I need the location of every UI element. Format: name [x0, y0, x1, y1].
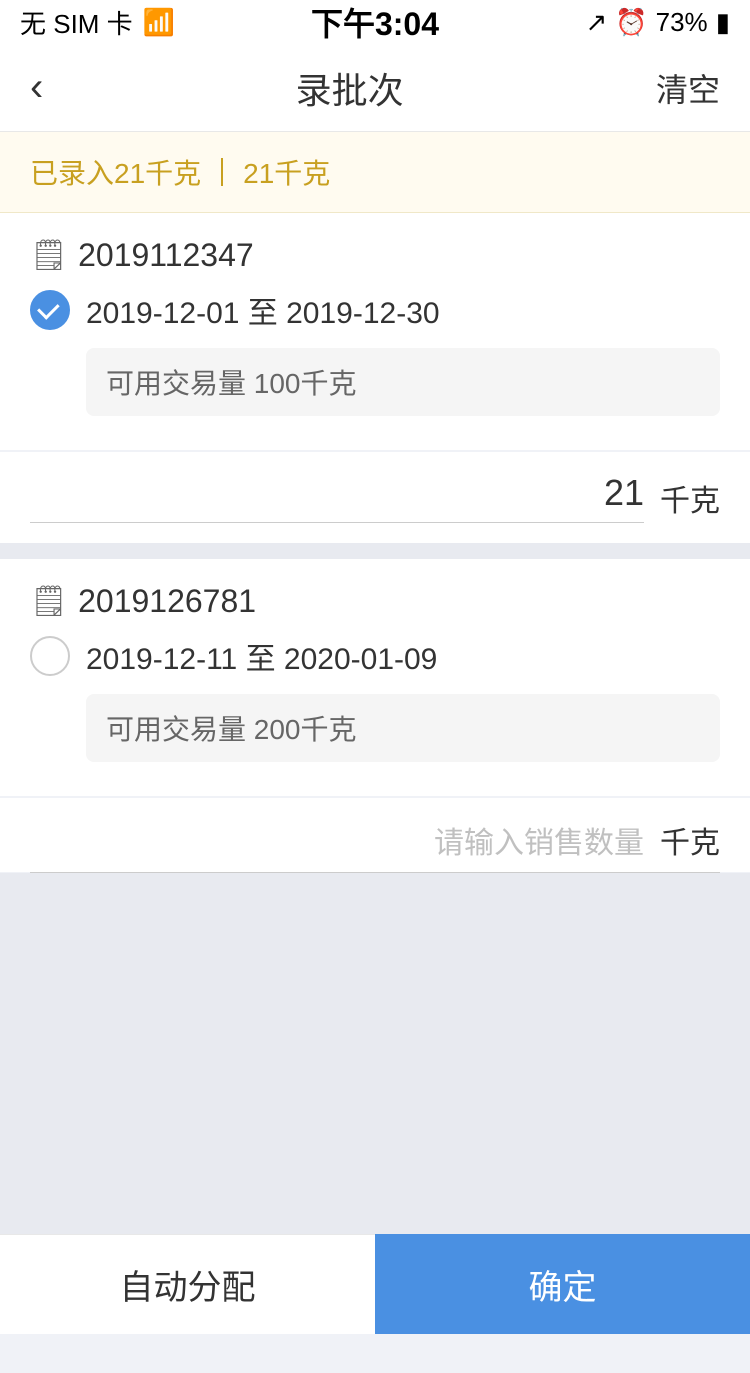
confirm-button[interactable]: 确定 — [375, 1234, 750, 1334]
batch-avail-text-2: 可用交易量 200千克 — [106, 714, 357, 745]
info-value: 21千克 — [243, 152, 330, 192]
quantity-input-area-1[interactable]: 21 — [30, 472, 644, 523]
quantity-unit-2: 千克 — [660, 818, 720, 862]
batch-avail-box-1: 可用交易量 100千克 — [86, 348, 720, 416]
battery-icon: ▮ — [716, 7, 730, 38]
empty-area — [0, 873, 750, 1273]
batch-id-row-2: 🗒 2019126781 — [30, 583, 720, 620]
status-right-icons: ↗ ⏰ 73% ▮ — [585, 7, 730, 38]
status-bar: 无 SIM 卡 📶 下午3:04 ↗ ⏰ 73% ▮ — [0, 0, 750, 44]
info-banner: 已录入21千克 21千克 — [0, 132, 750, 213]
batch-id-text-1: 2019112347 — [78, 237, 254, 274]
batch-radio-1[interactable] — [30, 290, 70, 330]
batch-avail-text-1: 可用交易量 100千克 — [106, 368, 357, 399]
batch-id-text-2: 2019126781 — [78, 583, 256, 620]
batch-avail-box-2: 可用交易量 200千克 — [86, 694, 720, 762]
input-row-2: 请输入销售数量 千克 — [0, 798, 750, 872]
quantity-input-placeholder-2[interactable]: 请输入销售数量 — [30, 818, 644, 862]
quantity-value-1: 21 — [604, 472, 644, 514]
back-button[interactable]: ‹ — [30, 65, 43, 110]
content-scroll: 🗒 2019112347 2019-12-01 至 2019-12-30 可用交… — [0, 213, 750, 1373]
quantity-unit-1: 千克 — [660, 476, 720, 520]
carrier-text: 无 SIM 卡 — [20, 4, 133, 41]
wifi-icon: 📶 — [143, 7, 175, 38]
batch-date-text-1: 2019-12-01 至 2019-12-30 — [86, 288, 440, 332]
status-time: 下午3:04 — [311, 0, 439, 45]
auto-distribute-button[interactable]: 自动分配 — [0, 1234, 375, 1334]
batch-item-1: 🗒 2019112347 2019-12-01 至 2019-12-30 可用交… — [0, 213, 750, 450]
batch-date-text-2: 2019-12-11 至 2020-01-09 — [86, 634, 437, 678]
alarm-icon: ⏰ — [615, 7, 647, 38]
location-icon: ↗ — [585, 7, 607, 38]
info-recorded-label: 已录入21千克 — [30, 152, 201, 192]
batch-id-row-1: 🗒 2019112347 — [30, 237, 720, 274]
batch-radio-2[interactable] — [30, 636, 70, 676]
batch-date-row-2: 2019-12-11 至 2020-01-09 — [30, 634, 720, 678]
status-carrier-wifi: 无 SIM 卡 📶 — [20, 4, 175, 41]
batch-date-row-1: 2019-12-01 至 2019-12-30 — [30, 288, 720, 332]
clear-button[interactable]: 清空 — [656, 65, 720, 111]
page-title: 录批次 — [296, 62, 404, 114]
section-divider-1 — [0, 543, 750, 559]
batch-item-2: 🗒 2019126781 2019-12-11 至 2020-01-09 可用交… — [0, 559, 750, 796]
bottom-bar: 自动分配 确定 — [0, 1234, 750, 1334]
quantity-row-1: 21 千克 — [0, 452, 750, 543]
batch-doc-icon-2: 🗒 — [30, 584, 68, 619]
batch-doc-icon-1: 🗒 — [30, 238, 68, 273]
nav-bar: ‹ 录批次 清空 — [0, 44, 750, 132]
battery-text: 73% — [656, 7, 708, 38]
info-divider — [221, 158, 223, 186]
